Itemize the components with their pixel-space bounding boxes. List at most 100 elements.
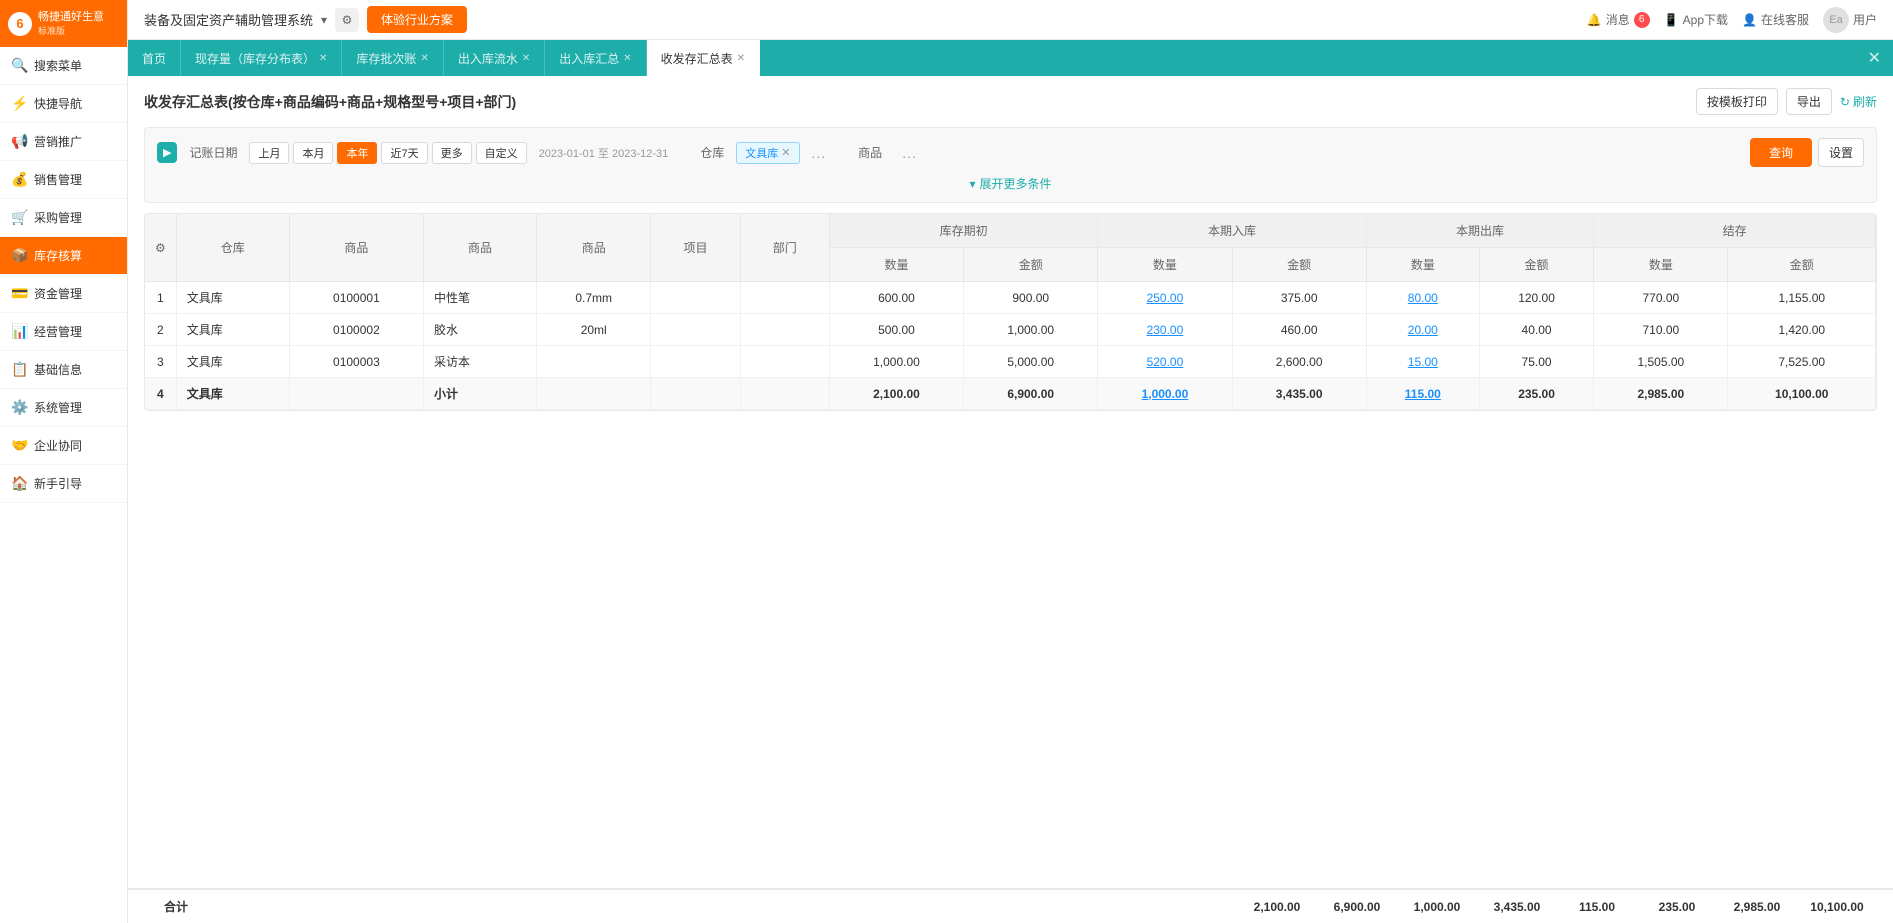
online-service-label: 在线客服	[1761, 11, 1809, 28]
sidebar-item-search[interactable]: 🔍搜索菜单	[0, 47, 127, 85]
sidebar-item-operations[interactable]: 📊经营管理	[0, 313, 127, 351]
tab-label-stock-summary: 收发存汇总表	[661, 50, 733, 67]
print-button[interactable]: 按模板打印	[1696, 88, 1778, 115]
tab-stock-dist[interactable]: 现存量（库存分布表） ✕	[181, 40, 342, 76]
tab-label-home: 首页	[142, 50, 166, 67]
th-in-amt: 金额	[1232, 248, 1366, 282]
sidebar-item-collab[interactable]: 🤝企业协同	[0, 427, 127, 465]
filter-expand-button[interactable]: ▶	[157, 142, 177, 163]
sidebar-item-sales[interactable]: 💰销售管理	[0, 161, 127, 199]
basic-info-icon: 📋	[12, 362, 28, 378]
cell-bal-qty: 1,505.00	[1594, 346, 1728, 378]
tab-label-stock-dist: 现存量（库存分布表）	[195, 50, 315, 67]
purchase-icon: 🛒	[12, 210, 28, 226]
cell-bal-amt: 1,420.00	[1728, 314, 1876, 346]
filter-row-expand: ▾ 展开更多条件	[157, 175, 1864, 192]
cell-dept	[740, 346, 829, 378]
cell-in-qty[interactable]: 520.00	[1098, 346, 1232, 378]
topbar-left: 装备及固定资产辅助管理系统 ▾ ⚙ 体验行业方案	[144, 6, 467, 33]
tab-in-out-summary[interactable]: 出入库汇总✕	[545, 40, 646, 76]
cell-in-qty[interactable]: 230.00	[1098, 314, 1232, 346]
sidebar-item-purchase[interactable]: 🛒采购管理	[0, 199, 127, 237]
warehouse-tag-close[interactable]: ✕	[781, 146, 790, 159]
sidebar-item-quick-nav[interactable]: ⚡快捷导航	[0, 85, 127, 123]
notification-item[interactable]: 🔔 消息 6	[1587, 11, 1650, 28]
subtotal-in-qty[interactable]: 1,000.00	[1098, 378, 1232, 410]
cell-goods-spec: 0.7mm	[537, 282, 651, 314]
total-out-amt: 235.00	[1637, 900, 1717, 914]
tab-close-batch-ledger[interactable]: ✕	[420, 53, 428, 64]
subtotal-dept	[740, 378, 829, 410]
system-icon: ⚙️	[12, 400, 28, 416]
tab-label-batch-ledger: 库存批次账	[356, 50, 416, 67]
date-btn-近7天[interactable]: 近7天	[381, 142, 427, 164]
date-btn-上月[interactable]: 上月	[249, 142, 289, 164]
th-open-amt: 金额	[964, 248, 1098, 282]
system-dropdown[interactable]: ▾	[321, 13, 327, 27]
topbar-right: 🔔 消息 6 📱 App下载 👤 在线客服 Ea 用户	[1587, 7, 1877, 33]
subtotal-text: 小计	[424, 378, 537, 410]
refresh-button[interactable]: ↻ 刷新	[1840, 93, 1877, 110]
sidebar-item-label: 经营管理	[34, 323, 82, 340]
finance-icon: 💳	[12, 286, 28, 302]
tab-close-in-out-flow[interactable]: ✕	[522, 53, 530, 64]
th-goods-code: 商品	[289, 214, 423, 282]
th-goods-spec: 商品	[537, 214, 651, 282]
tab-close-in-out-summary[interactable]: ✕	[623, 53, 631, 64]
th-group-out: 本期出库	[1366, 214, 1593, 248]
table-row: 1 文具库 0100001 中性笔 0.7mm 600.00 900.00 25…	[145, 282, 1876, 314]
sidebar-item-inventory[interactable]: 📦库存核算	[0, 237, 127, 275]
online-service-item[interactable]: 👤 在线客服	[1742, 11, 1809, 28]
settings-icon[interactable]: ⚙	[335, 8, 359, 32]
sidebar-item-finance[interactable]: 💳资金管理	[0, 275, 127, 313]
tab-home[interactable]: 首页	[128, 40, 181, 76]
sidebar-item-newbie[interactable]: 🏠新手引导	[0, 465, 127, 503]
date-btn-自定义[interactable]: 自定义	[476, 142, 527, 164]
cell-project	[651, 346, 740, 378]
subtotal-warehouse: 文具库	[176, 378, 289, 410]
cell-in-amt: 460.00	[1232, 314, 1366, 346]
cell-out-qty[interactable]: 20.00	[1366, 314, 1479, 346]
tabs-close-all[interactable]: ✕	[1856, 48, 1893, 68]
warehouse-more-dots[interactable]: ...	[812, 145, 827, 161]
settings-button[interactable]: 设置	[1818, 138, 1864, 167]
warehouse-tag-text: 文具库	[745, 145, 778, 161]
th-out-qty: 数量	[1366, 248, 1479, 282]
export-button[interactable]: 导出	[1786, 88, 1832, 115]
cell-in-qty[interactable]: 250.00	[1098, 282, 1232, 314]
newbie-icon: 🏠	[12, 476, 28, 492]
table-row: 3 文具库 0100003 采访本 1,000.00 5,000.00 520.…	[145, 346, 1876, 378]
user-item[interactable]: Ea 用户	[1823, 7, 1877, 33]
sidebar-item-basic-info[interactable]: 📋 基础信息	[0, 351, 127, 389]
cell-out-qty[interactable]: 80.00	[1366, 282, 1479, 314]
tab-batch-ledger[interactable]: 库存批次账 ✕	[342, 40, 443, 76]
sidebar-item-marketing[interactable]: 📢营销推广	[0, 123, 127, 161]
goods-more-dots[interactable]: ...	[902, 145, 917, 161]
sidebar-item-system[interactable]: ⚙️系统管理	[0, 389, 127, 427]
cell-out-amt: 120.00	[1479, 282, 1593, 314]
cell-out-qty[interactable]: 15.00	[1366, 346, 1479, 378]
cell-in-amt: 375.00	[1232, 282, 1366, 314]
app-download-item[interactable]: 📱 App下载	[1664, 11, 1728, 28]
subtotal-no: 4	[145, 378, 176, 410]
th-goods-name: 商品	[424, 214, 537, 282]
th-group-in: 本期入库	[1098, 214, 1366, 248]
cell-in-amt: 2,600.00	[1232, 346, 1366, 378]
expand-conditions-btn[interactable]: ▾ 展开更多条件	[969, 175, 1051, 192]
cell-no: 3	[145, 346, 176, 378]
tab-close-stock-summary[interactable]: ✕	[737, 53, 745, 64]
system-name: 装备及固定资产辅助管理系统	[144, 10, 313, 29]
sidebar-item-label: 基础信息	[34, 361, 82, 378]
sidebar-item-label: 营销推广	[34, 133, 82, 150]
date-btn-本月[interactable]: 本月	[293, 142, 333, 164]
tab-close-stock-dist[interactable]: ✕	[319, 53, 327, 64]
date-btn-本年[interactable]: 本年	[337, 142, 377, 164]
tab-in-out-flow[interactable]: 出入库流水✕	[444, 40, 545, 76]
date-btn-更多[interactable]: 更多	[432, 142, 472, 164]
trial-button[interactable]: 体验行业方案	[367, 6, 467, 33]
page-header: 收发存汇总表(按仓库+商品编码+商品+规格型号+项目+部门) 按模板打印 导出 …	[144, 88, 1877, 115]
query-button[interactable]: 查询	[1750, 138, 1812, 167]
th-project: 项目	[651, 214, 740, 282]
tab-stock-summary[interactable]: 收发存汇总表 ✕	[647, 40, 760, 76]
subtotal-out-qty[interactable]: 115.00	[1366, 378, 1479, 410]
